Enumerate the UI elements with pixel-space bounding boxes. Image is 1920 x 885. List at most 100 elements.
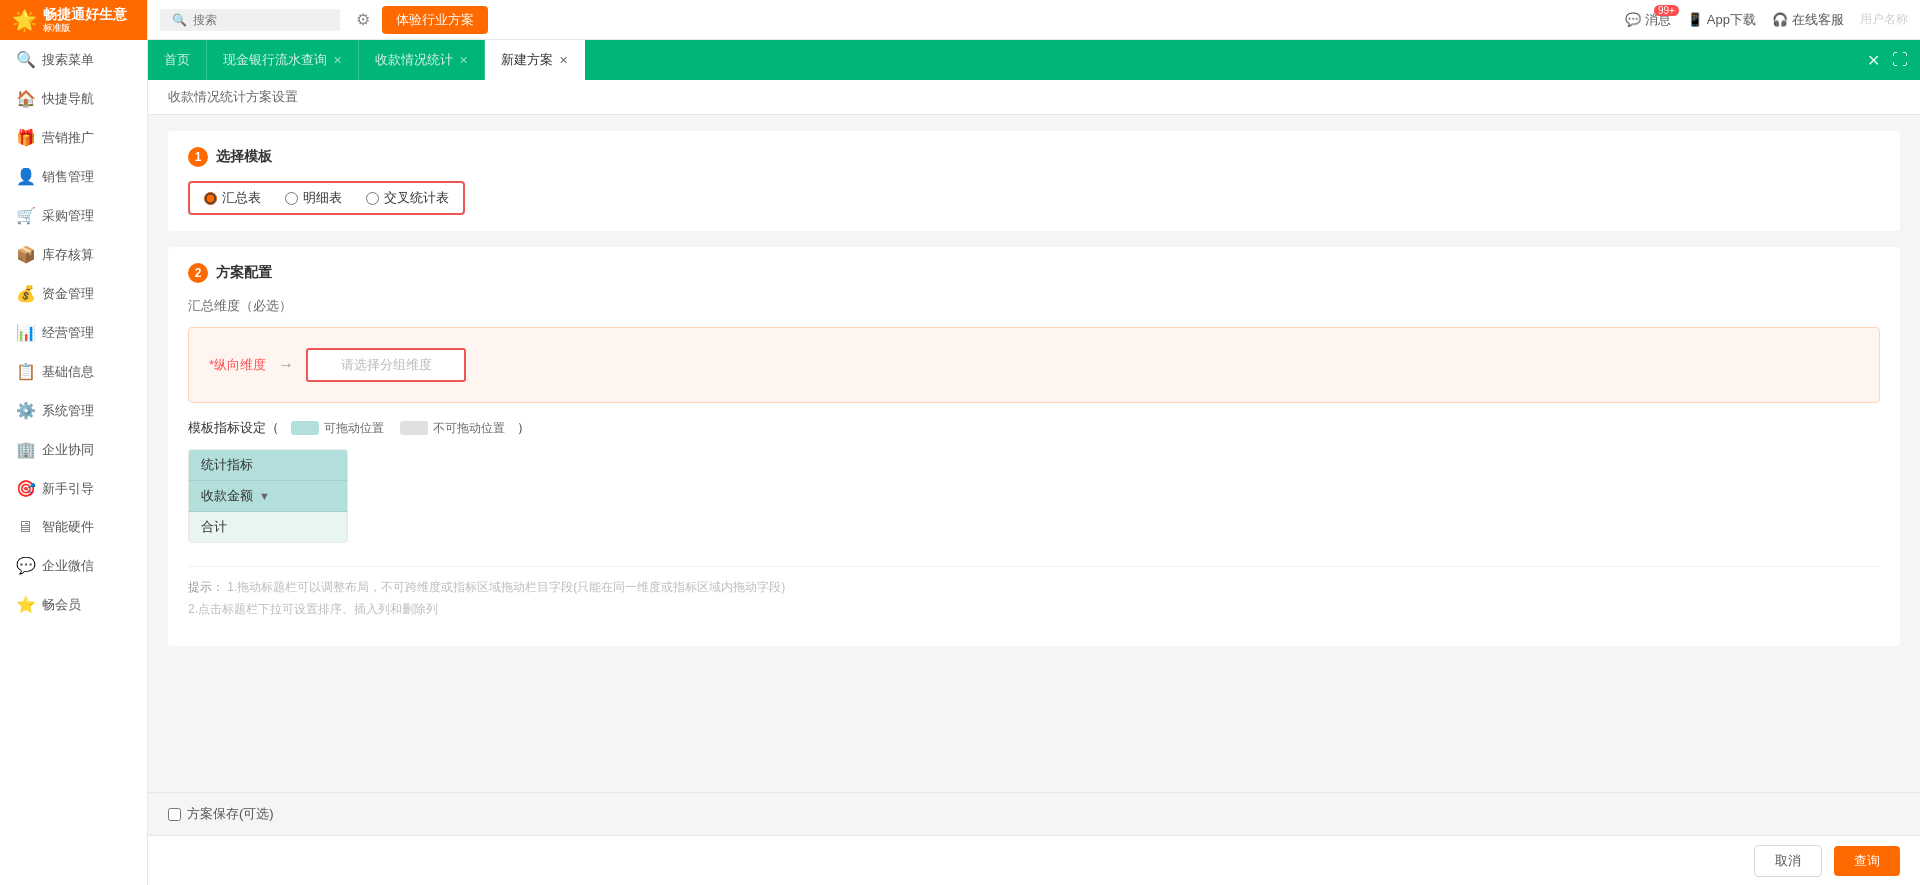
indicator-legend: 可拖动位置 不可拖动位置 [291, 420, 505, 437]
content-area: 收款情况统计方案设置 1 选择模板 汇总表 明细表 [148, 80, 1920, 885]
step2-title: 方案配置 [216, 264, 272, 282]
step1-number: 1 [188, 147, 208, 167]
stat-row-label: 合计 [201, 519, 227, 534]
stat-label: 统计指标 [201, 456, 253, 474]
target-icon: 🎯 [16, 479, 34, 498]
stat-column-header[interactable]: 收款金额 ▼ [189, 481, 347, 512]
tip-prefix-label: 提示： [188, 580, 224, 594]
sidebar-item-label: 新手引导 [42, 480, 94, 498]
radio-crosstab[interactable]: 交叉统计表 [366, 189, 449, 207]
footer-section: 方案保存(可选) [148, 792, 1920, 835]
legend-draggable-box [291, 421, 319, 435]
tip2-line: 2.点击标题栏下拉可设置排序、插入列和删除列 [188, 599, 1880, 621]
industry-btn[interactable]: 体验行业方案 [382, 6, 488, 34]
topbar: 🔍 ⚙ 体验行业方案 💬 99+ 消息 📱 App下载 🎧 在线客服 用户名称 [148, 0, 1920, 40]
sidebar-item-label: 企业微信 [42, 557, 94, 575]
chart-icon: 📊 [16, 323, 34, 342]
radio-summary-input[interactable] [204, 192, 217, 205]
save-checkbox[interactable] [168, 808, 181, 821]
tab-home-label: 首页 [164, 51, 190, 69]
cancel-button[interactable]: 取消 [1754, 845, 1822, 877]
radio-detail[interactable]: 明细表 [285, 189, 342, 207]
logo-icon: 🌟 [12, 8, 37, 32]
tab-bank-flow-close[interactable]: ✕ [333, 54, 342, 67]
maximize-icon[interactable]: ⛶ [1892, 51, 1908, 69]
sidebar-item-sales[interactable]: 👤 销售管理 [0, 157, 147, 196]
sidebar-item-system[interactable]: ⚙️ 系统管理 [0, 391, 147, 430]
save-label: 方案保存(可选) [187, 805, 274, 823]
sidebar-item-hardware[interactable]: 🖥 智能硬件 [0, 508, 147, 546]
tab-collection-stats[interactable]: 收款情况统计 ✕ [359, 40, 485, 80]
step1-title: 选择模板 [216, 148, 272, 166]
sidebar-item-operation[interactable]: 📊 经营管理 [0, 313, 147, 352]
tabbar: 首页 现金银行流水查询 ✕ 收款情况统计 ✕ 新建方案 ✕ ✕ ⛶ [148, 40, 1920, 80]
sidebar-item-purchase[interactable]: 🛒 采购管理 [0, 196, 147, 235]
sidebar-item-marketing[interactable]: 🎁 营销推广 [0, 118, 147, 157]
tip-prefix: 提示： 1.拖动标题栏可以调整布局，不可跨维度或指标区域拖动栏目字段(只能在同一… [188, 577, 1880, 599]
radio-detail-input[interactable] [285, 192, 298, 205]
tab-bank-flow[interactable]: 现金银行流水查询 ✕ [207, 40, 359, 80]
search-box[interactable]: 🔍 [160, 9, 340, 31]
indicator-grid: 统计指标 收款金额 ▼ 合计 [188, 449, 348, 543]
sidebar-item-label: 搜索菜单 [42, 51, 94, 69]
query-button[interactable]: 查询 [1834, 846, 1900, 876]
radio-summary[interactable]: 汇总表 [204, 189, 261, 207]
step2-section: 2 方案配置 汇总维度（必选） *纵向维度 → 请选择分组维度 [168, 247, 1900, 646]
sidebar-item-label: 智能硬件 [42, 518, 94, 536]
sidebar-item-guide[interactable]: 🎯 新手引导 [0, 469, 147, 508]
radio-crosstab-input[interactable] [366, 192, 379, 205]
action-bar: 取消 查询 [148, 835, 1920, 885]
indicator-title: 模板指标设定（ [188, 419, 279, 437]
money-icon: 💰 [16, 284, 34, 303]
tab-collection-close[interactable]: ✕ [459, 54, 468, 67]
tip2-text: 2.点击标题栏下拉可设置排序、插入列和删除列 [188, 602, 438, 616]
step1-section: 1 选择模板 汇总表 明细表 交叉统计表 [168, 131, 1900, 231]
app-label: App下载 [1707, 11, 1756, 29]
user-name: 用户名称 [1860, 11, 1908, 28]
sidebar-item-quick-nav[interactable]: 🏠 快捷导航 [0, 79, 147, 118]
tab-home[interactable]: 首页 [148, 40, 207, 80]
tab-collection-label: 收款情况统计 [375, 51, 453, 69]
sidebar-item-inventory[interactable]: 📦 库存核算 [0, 235, 147, 274]
sidebar-item-enterprise[interactable]: 🏢 企业协同 [0, 430, 147, 469]
message-badge[interactable]: 💬 99+ 消息 [1625, 11, 1671, 29]
logo-main: 畅捷通好生意 [43, 6, 127, 23]
sidebar-item-label: 库存核算 [42, 246, 94, 264]
radio-summary-label: 汇总表 [222, 189, 261, 207]
sidebar: 🌟 畅捷通好生意 标准版 🔍 搜索菜单 🏠 快捷导航 🎁 营销推广 👤 销售管理… [0, 0, 148, 885]
save-checkbox-row: 方案保存(可选) [168, 805, 1900, 823]
sidebar-item-label: 营销推广 [42, 129, 94, 147]
tab-new-plan-close[interactable]: ✕ [559, 54, 568, 67]
search-input[interactable] [193, 13, 313, 27]
step2-header: 2 方案配置 [188, 263, 1880, 283]
sidebar-item-basic-info[interactable]: 📋 基础信息 [0, 352, 147, 391]
online-service[interactable]: 🎧 在线客服 [1772, 11, 1844, 29]
star-icon: ⭐ [16, 595, 34, 614]
settings-icon[interactable]: ⚙ [356, 10, 370, 29]
sidebar-item-capital[interactable]: 💰 资金管理 [0, 274, 147, 313]
dimension-select[interactable]: 请选择分组维度 [306, 348, 466, 382]
sidebar-item-label: 采购管理 [42, 207, 94, 225]
cart-icon: 🛒 [16, 206, 34, 225]
stat-header[interactable]: 统计指标 [189, 450, 347, 481]
dimension-row: *纵向维度 → 请选择分组维度 [209, 348, 1859, 382]
home-icon: 🏠 [16, 89, 34, 108]
search-icon: 🔍 [172, 13, 187, 27]
sidebar-item-label: 经营管理 [42, 324, 94, 342]
sidebar-item-wechat[interactable]: 💬 企业微信 [0, 546, 147, 585]
sidebar-logo: 🌟 畅捷通好生意 标准版 [0, 0, 147, 40]
app-download[interactable]: 📱 App下载 [1687, 11, 1756, 29]
sidebar-item-label: 资金管理 [42, 285, 94, 303]
close-window-icon[interactable]: ✕ [1867, 51, 1880, 70]
gear-icon: ⚙️ [16, 401, 34, 420]
tab-new-plan[interactable]: 新建方案 ✕ [485, 40, 585, 80]
box-icon: 📦 [16, 245, 34, 264]
page-body: 1 选择模板 汇总表 明细表 交叉统计表 [148, 115, 1920, 792]
indicator-settings: 模板指标设定（ 可拖动位置 不可拖动位置 ） [188, 419, 1880, 546]
sidebar-item-search-menu[interactable]: 🔍 搜索菜单 [0, 40, 147, 79]
legend-fixed: 不可拖动位置 [400, 420, 505, 437]
stat-column-label: 收款金额 [201, 487, 253, 505]
dimension-placeholder: 请选择分组维度 [341, 357, 432, 372]
sidebar-item-member[interactable]: ⭐ 畅会员 [0, 585, 147, 624]
stat-data-row: 合计 [189, 512, 347, 542]
